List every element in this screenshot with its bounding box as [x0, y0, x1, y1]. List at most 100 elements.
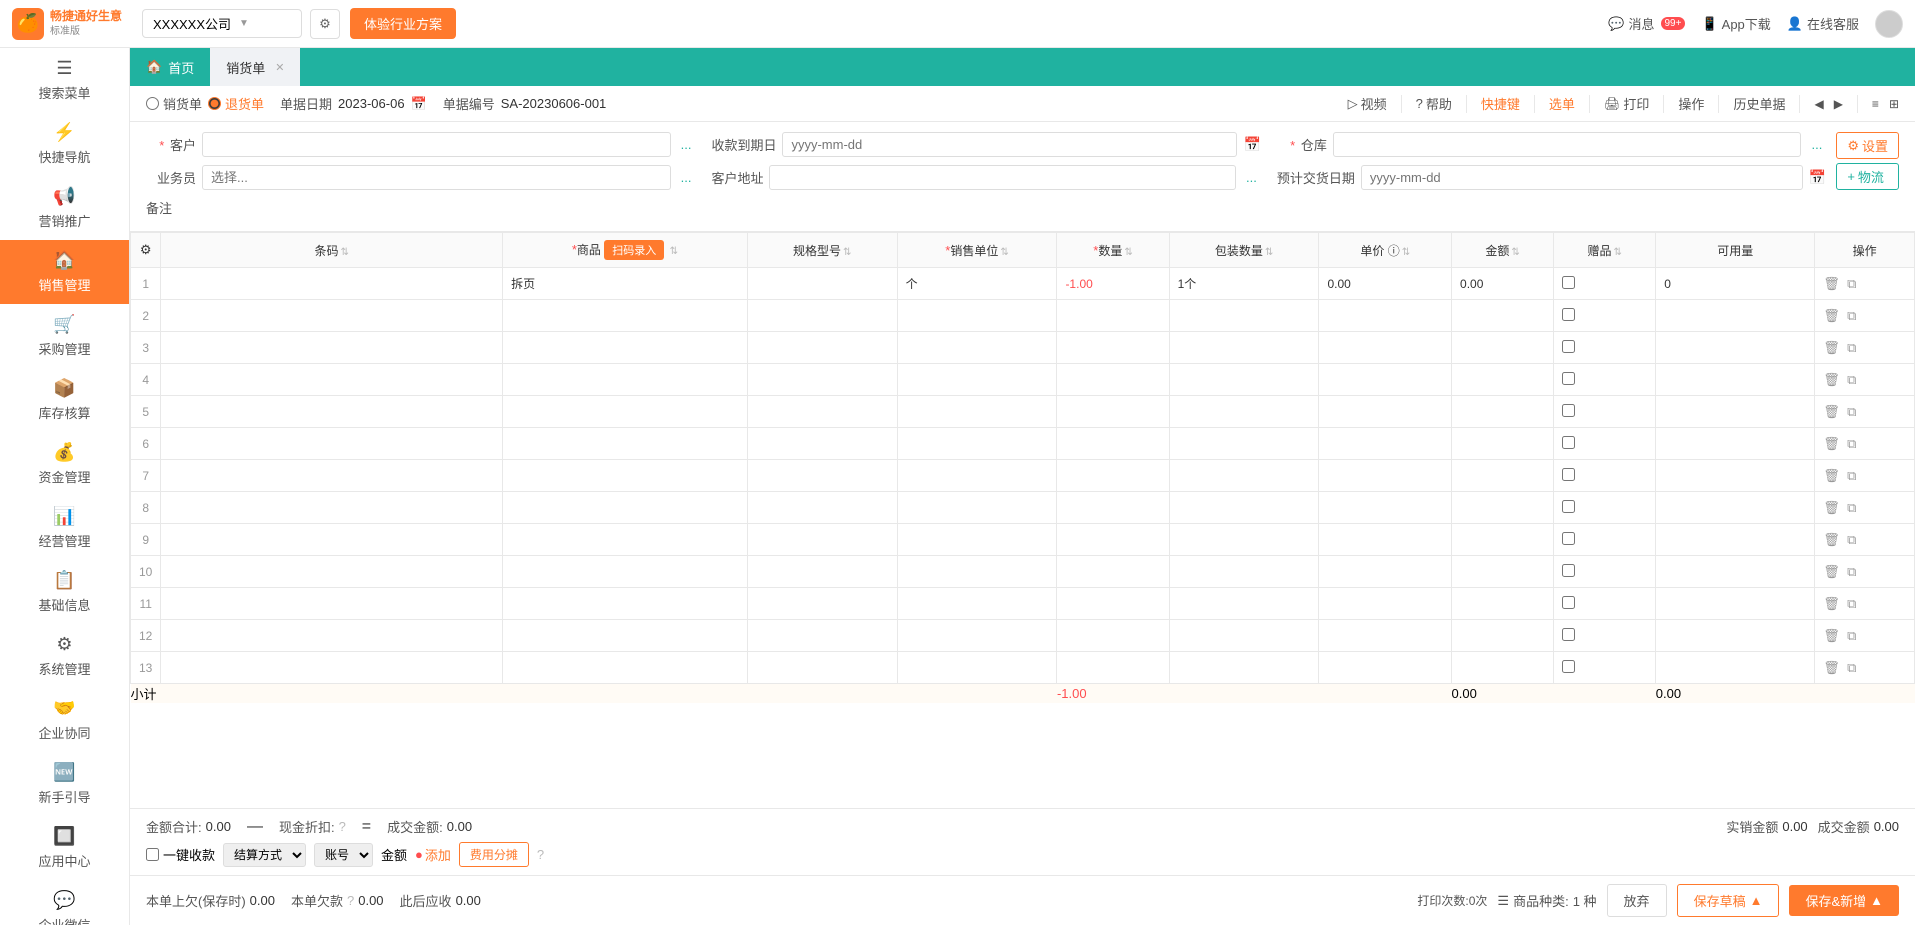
row-gift[interactable]	[1554, 268, 1656, 300]
row-barcode[interactable]	[161, 364, 503, 396]
row-pack-qty[interactable]	[1169, 524, 1319, 556]
row-pack-qty[interactable]	[1169, 332, 1319, 364]
row-unit-price[interactable]	[1319, 428, 1452, 460]
row-product[interactable]	[503, 300, 748, 332]
account-select[interactable]: 账号	[314, 843, 373, 867]
row-spec[interactable]	[747, 396, 897, 428]
row-product[interactable]	[503, 428, 748, 460]
row-amount[interactable]	[1452, 300, 1554, 332]
company-selector[interactable]: XXXXXX公司 ▼	[142, 9, 302, 38]
sidebar-item-marketing[interactable]: 📢 营销推广	[0, 176, 129, 240]
row-spec[interactable]	[747, 556, 897, 588]
settlement-select[interactable]: 结算方式	[223, 843, 306, 867]
row-pack-qty[interactable]	[1169, 364, 1319, 396]
row-product[interactable]	[503, 460, 748, 492]
row-qty[interactable]	[1057, 396, 1169, 428]
copy-icon[interactable]: ⧉	[1847, 564, 1856, 579]
delete-icon[interactable]: 🗑	[1823, 532, 1840, 547]
copy-icon[interactable]: ⧉	[1847, 276, 1856, 291]
row-amount[interactable]	[1452, 364, 1554, 396]
row-pack-qty[interactable]	[1169, 300, 1319, 332]
due-date-input[interactable]	[782, 132, 1237, 157]
row-unit-price[interactable]	[1319, 524, 1452, 556]
operation-btn[interactable]: 操作	[1678, 94, 1704, 113]
row-gift[interactable]	[1554, 524, 1656, 556]
select-btn[interactable]: 选单	[1549, 94, 1575, 113]
row-spec[interactable]	[747, 620, 897, 652]
row-unit[interactable]	[897, 620, 1057, 652]
row-pack-qty[interactable]: 1个	[1169, 268, 1319, 300]
note-input[interactable]	[178, 200, 378, 215]
row-product[interactable]	[503, 524, 748, 556]
row-unit-price[interactable]	[1319, 332, 1452, 364]
row-amount[interactable]	[1452, 620, 1554, 652]
row-qty[interactable]	[1057, 332, 1169, 364]
row-product[interactable]	[503, 652, 748, 684]
row-barcode[interactable]	[161, 396, 503, 428]
delete-icon[interactable]: 🗑	[1823, 276, 1840, 291]
sidebar-item-guide[interactable]: 🆕 新手引导	[0, 752, 129, 816]
row-gift[interactable]	[1554, 652, 1656, 684]
row-unit[interactable]	[897, 428, 1057, 460]
row-gift[interactable]	[1554, 428, 1656, 460]
fee-help-icon[interactable]: ?	[537, 847, 544, 862]
tab-home[interactable]: 🏠 首页	[130, 48, 210, 86]
row-gift[interactable]	[1554, 396, 1656, 428]
trial-btn[interactable]: 体验行业方案	[350, 8, 456, 39]
row-gift[interactable]	[1554, 588, 1656, 620]
row-unit[interactable]	[897, 332, 1057, 364]
row-amount[interactable]	[1452, 524, 1554, 556]
row-barcode[interactable]	[161, 652, 503, 684]
row-amount[interactable]	[1452, 588, 1554, 620]
help-btn[interactable]: ? 帮助	[1416, 94, 1452, 113]
row-amount[interactable]: 0.00	[1452, 268, 1554, 300]
customer-addr-input[interactable]	[769, 165, 1236, 190]
delete-icon[interactable]: 🗑	[1823, 628, 1840, 643]
row-amount[interactable]	[1452, 492, 1554, 524]
row-pack-qty[interactable]	[1169, 428, 1319, 460]
row-pack-qty[interactable]	[1169, 652, 1319, 684]
history-btn[interactable]: 历史单据	[1733, 94, 1785, 113]
copy-icon[interactable]: ⧉	[1847, 372, 1856, 387]
row-barcode[interactable]	[161, 492, 503, 524]
row-barcode[interactable]	[161, 268, 503, 300]
expected-date-calendar-icon[interactable]: 📅	[1809, 169, 1826, 186]
row-qty[interactable]	[1057, 652, 1169, 684]
sidebar-item-quick-nav[interactable]: ⚡ 快捷导航	[0, 112, 129, 176]
shortcut-btn[interactable]: 快捷键	[1481, 94, 1520, 113]
row-product[interactable]	[503, 588, 748, 620]
row-unit[interactable]	[897, 492, 1057, 524]
delete-icon[interactable]: 🗑	[1823, 596, 1840, 611]
copy-icon[interactable]: ⧉	[1847, 628, 1856, 643]
row-spec[interactable]	[747, 364, 897, 396]
sidebar-item-wechat[interactable]: 💬 企业微信	[0, 880, 129, 925]
delete-icon[interactable]: 🗑	[1823, 660, 1840, 675]
row-amount[interactable]	[1452, 652, 1554, 684]
copy-icon[interactable]: ⧉	[1847, 596, 1856, 611]
row-unit-price[interactable]	[1319, 492, 1452, 524]
row-unit-price[interactable]	[1319, 300, 1452, 332]
row-pack-qty[interactable]	[1169, 492, 1319, 524]
row-unit[interactable]	[897, 396, 1057, 428]
sidebar-item-system[interactable]: ⚙ 系统管理	[0, 624, 129, 688]
row-qty[interactable]	[1057, 524, 1169, 556]
app-download-btn[interactable]: 📱 App下载	[1701, 14, 1770, 33]
row-amount[interactable]	[1452, 428, 1554, 460]
row-amount[interactable]	[1452, 556, 1554, 588]
salesperson-ellipsis-btn[interactable]: ...	[677, 170, 696, 185]
row-gift[interactable]	[1554, 556, 1656, 588]
video-btn[interactable]: ▷ 视频	[1348, 94, 1387, 113]
row-spec[interactable]	[747, 332, 897, 364]
online-support-btn[interactable]: 👤 在线客服	[1787, 14, 1859, 33]
row-unit[interactable]	[897, 300, 1057, 332]
row-gift[interactable]	[1554, 300, 1656, 332]
row-product[interactable]	[503, 364, 748, 396]
add-btn[interactable]: ● 添加	[415, 845, 451, 864]
owed-help-icon[interactable]: ?	[347, 893, 354, 908]
due-date-calendar-icon[interactable]: 📅	[1243, 136, 1260, 153]
row-unit[interactable]	[897, 652, 1057, 684]
sidebar-item-operations[interactable]: 📊 经营管理	[0, 496, 129, 560]
customer-ellipsis-btn[interactable]: ...	[677, 137, 696, 152]
sidebar-item-finance[interactable]: 💰 资金管理	[0, 432, 129, 496]
radio-sales[interactable]: 销货单	[146, 94, 202, 113]
